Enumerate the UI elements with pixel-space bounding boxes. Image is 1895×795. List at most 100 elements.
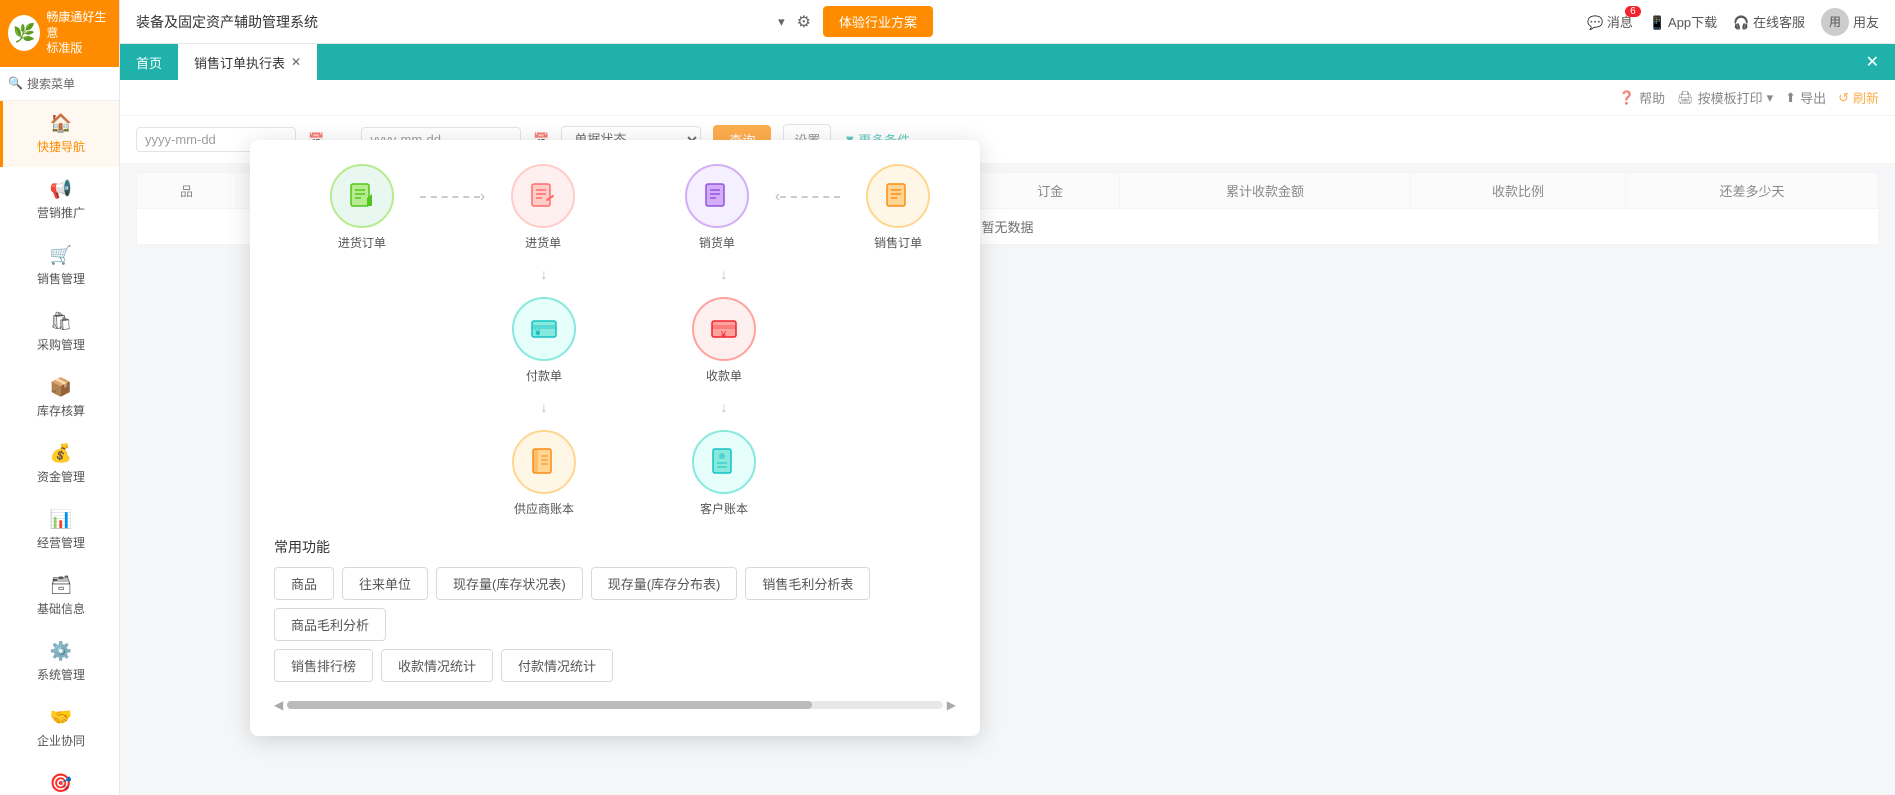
guide-icon: 🎯: [50, 773, 72, 794]
func-btn-receipt-stats[interactable]: 收款情况统计: [381, 649, 493, 682]
arrow-purchase-order-to-purchase: ›: [420, 188, 485, 228]
sales-order-icon[interactable]: [866, 164, 930, 228]
flow-item-sales[interactable]: 销货单: [659, 164, 775, 251]
tab-close-icon[interactable]: ✕: [291, 55, 301, 69]
modal: 进货订单 › 进货单: [250, 140, 980, 736]
sidebar-item-marketing[interactable]: 📢 营销推广: [0, 167, 119, 233]
purchase-icon[interactable]: [511, 164, 575, 228]
flow-item-receipt[interactable]: ¥ 收款单: [664, 297, 784, 384]
purchase-order-icon[interactable]: [330, 164, 394, 228]
system-dropdown[interactable]: ▾: [778, 14, 785, 30]
info-icon: 🗃: [50, 575, 73, 596]
experience-btn[interactable]: 体验行业方案: [823, 6, 933, 37]
sidebar-item-basic-info[interactable]: 🗃 基础信息: [0, 563, 119, 629]
flow-item-customer-ledger[interactable]: 客户账本: [664, 430, 784, 517]
app-container: 🌿 畅康通好生意 标准版 🔍 搜索菜单 🏠 快捷导航 📢 营销推广 🛒 销售管理: [0, 0, 1895, 795]
megaphone-icon: 📢: [50, 179, 72, 200]
sidebar-search[interactable]: 🔍 搜索菜单: [0, 67, 119, 101]
message-icon: 💬: [1587, 15, 1603, 30]
logo-icon: 🌿: [8, 15, 40, 51]
purchase-order-label: 进货订单: [338, 234, 386, 251]
chart-icon: 📊: [50, 509, 72, 530]
func-btn-payment-stats[interactable]: 付款情况统计: [501, 649, 613, 682]
receipt-label: 收款单: [706, 367, 742, 384]
func-btn-product[interactable]: 商品: [274, 567, 334, 600]
payment-icon[interactable]: ¥: [512, 297, 576, 361]
sidebar-item-sales[interactable]: 🛒 销售管理: [0, 233, 119, 299]
scrollbar-thumb[interactable]: [287, 701, 811, 709]
purchase-label: 进货单: [525, 234, 561, 251]
func-btn-sales-rank[interactable]: 销售排行榜: [274, 649, 373, 682]
page-content: ❓ 帮助 🖨 按模板打印 ▾ ⬆ 导出 ↺ 刷新: [120, 80, 1895, 795]
app-download[interactable]: 📱 App下载: [1649, 12, 1717, 31]
online-service[interactable]: 🎧 在线客服: [1733, 12, 1805, 31]
window-close-btn[interactable]: ✕: [1850, 52, 1895, 72]
sidebar-item-quick-nav[interactable]: 🏠 快捷导航: [0, 101, 119, 167]
sidebar-nav: 🏠 快捷导航 📢 营销推广 🛒 销售管理 🛍 采购管理 📦 库存核算 💰: [0, 101, 119, 795]
flow-item-supplier-ledger[interactable]: 供应商账本: [484, 430, 604, 517]
topbar-right: 💬 消息 6 📱 App下载 🎧 在线客服 用 用友: [1587, 8, 1879, 36]
sidebar-item-operations[interactable]: 📊 经营管理: [0, 497, 119, 563]
sidebar: 🌿 畅康通好生意 标准版 🔍 搜索菜单 🏠 快捷导航 📢 营销推广 🛒 销售管理: [0, 0, 120, 795]
customer-ledger-icon[interactable]: [692, 430, 756, 494]
sidebar-item-inventory[interactable]: 📦 库存核算: [0, 365, 119, 431]
money-icon: 💰: [50, 443, 72, 464]
logo-text: 畅康通好生意 标准版: [46, 10, 111, 57]
system-title: 装备及固定资产辅助管理系统: [136, 12, 766, 32]
tabbar: 首页 销售订单执行表 ✕ ✕: [120, 44, 1895, 80]
search-icon: 🔍: [8, 76, 23, 90]
func-btns-row1: 商品 往来单位 现存量(库存状况表) 现存量(库存分布表) 销售毛利分析表 商品…: [274, 567, 956, 641]
func-btns-row2: 销售排行榜 收款情况统计 付款情况统计: [274, 649, 956, 682]
sales-order-label: 销售订单: [874, 234, 922, 251]
supplier-ledger-label: 供应商账本: [514, 500, 574, 517]
settings-icon: ⚙️: [50, 641, 72, 662]
func-btn-stock-dist[interactable]: 现存量(库存分布表): [591, 567, 738, 600]
scrollbar-track[interactable]: [287, 701, 943, 709]
flow-item-sales-order[interactable]: 销售订单: [840, 164, 956, 251]
func-btn-profit-analysis[interactable]: 销售毛利分析表: [745, 567, 870, 600]
func-btn-product-profit[interactable]: 商品毛利分析: [274, 608, 386, 641]
chevron-down-icon: ▾: [778, 14, 785, 30]
func-btn-stock-status[interactable]: 现存量(库存状况表): [436, 567, 583, 600]
download-icon: 📱: [1649, 15, 1665, 30]
user-info[interactable]: 用 用友: [1821, 8, 1879, 36]
svg-text:¥: ¥: [534, 327, 541, 337]
arrow-sales-order-to-sales: ‹: [775, 188, 840, 228]
modal-scrollbar: ◀ ▶: [274, 698, 956, 712]
sidebar-item-guide[interactable]: 🎯 新手引导: [0, 761, 119, 795]
cart-icon: 🛒: [50, 245, 72, 266]
avatar: 用: [1821, 8, 1849, 36]
sales-label: 销货单: [699, 234, 735, 251]
tab-sales-order[interactable]: 销售订单执行表 ✕: [178, 44, 317, 80]
svg-text:¥: ¥: [720, 329, 727, 339]
handshake-icon: 🤝: [50, 707, 72, 728]
bag-icon: 🛍: [50, 311, 73, 332]
sidebar-item-collab[interactable]: 🤝 企业协同: [0, 695, 119, 761]
common-functions: 常用功能 商品 往来单位 现存量(库存状况表) 现存量(库存分布表) 销售毛利分…: [274, 537, 956, 682]
tab-home[interactable]: 首页: [120, 44, 178, 80]
flow-diagram: 进货订单 › 进货单: [274, 164, 956, 517]
main-content: 装备及固定资产辅助管理系统 ▾ ⚙ 体验行业方案 💬 消息 6 📱 App下载 …: [120, 0, 1895, 795]
gear-icon[interactable]: ⚙: [797, 12, 811, 32]
supplier-ledger-icon[interactable]: [512, 430, 576, 494]
scroll-right-btn[interactable]: ▶: [947, 698, 956, 712]
flow-item-purchase-order[interactable]: 进货订单: [304, 164, 420, 251]
flow-item-payment[interactable]: ¥ 付款单: [484, 297, 604, 384]
common-functions-title: 常用功能: [274, 537, 956, 557]
payment-label: 付款单: [526, 367, 562, 384]
receipt-icon[interactable]: ¥: [692, 297, 756, 361]
customer-ledger-label: 客户账本: [700, 500, 748, 517]
message-badge-container[interactable]: 💬 消息 6: [1587, 12, 1633, 31]
sidebar-logo[interactable]: 🌿 畅康通好生意 标准版: [0, 0, 119, 67]
flow-item-purchase[interactable]: 进货单: [485, 164, 601, 251]
scroll-left-btn[interactable]: ◀: [274, 698, 283, 712]
sidebar-item-purchase[interactable]: 🛍 采购管理: [0, 299, 119, 365]
headset-icon: 🎧: [1733, 15, 1749, 30]
sidebar-item-finance[interactable]: 💰 资金管理: [0, 431, 119, 497]
sales-icon[interactable]: [685, 164, 749, 228]
home-icon: 🏠: [50, 113, 72, 134]
box-icon: 📦: [50, 377, 72, 398]
topbar: 装备及固定资产辅助管理系统 ▾ ⚙ 体验行业方案 💬 消息 6 📱 App下载 …: [120, 0, 1895, 44]
sidebar-item-system[interactable]: ⚙️ 系统管理: [0, 629, 119, 695]
func-btn-contacts[interactable]: 往来单位: [342, 567, 428, 600]
